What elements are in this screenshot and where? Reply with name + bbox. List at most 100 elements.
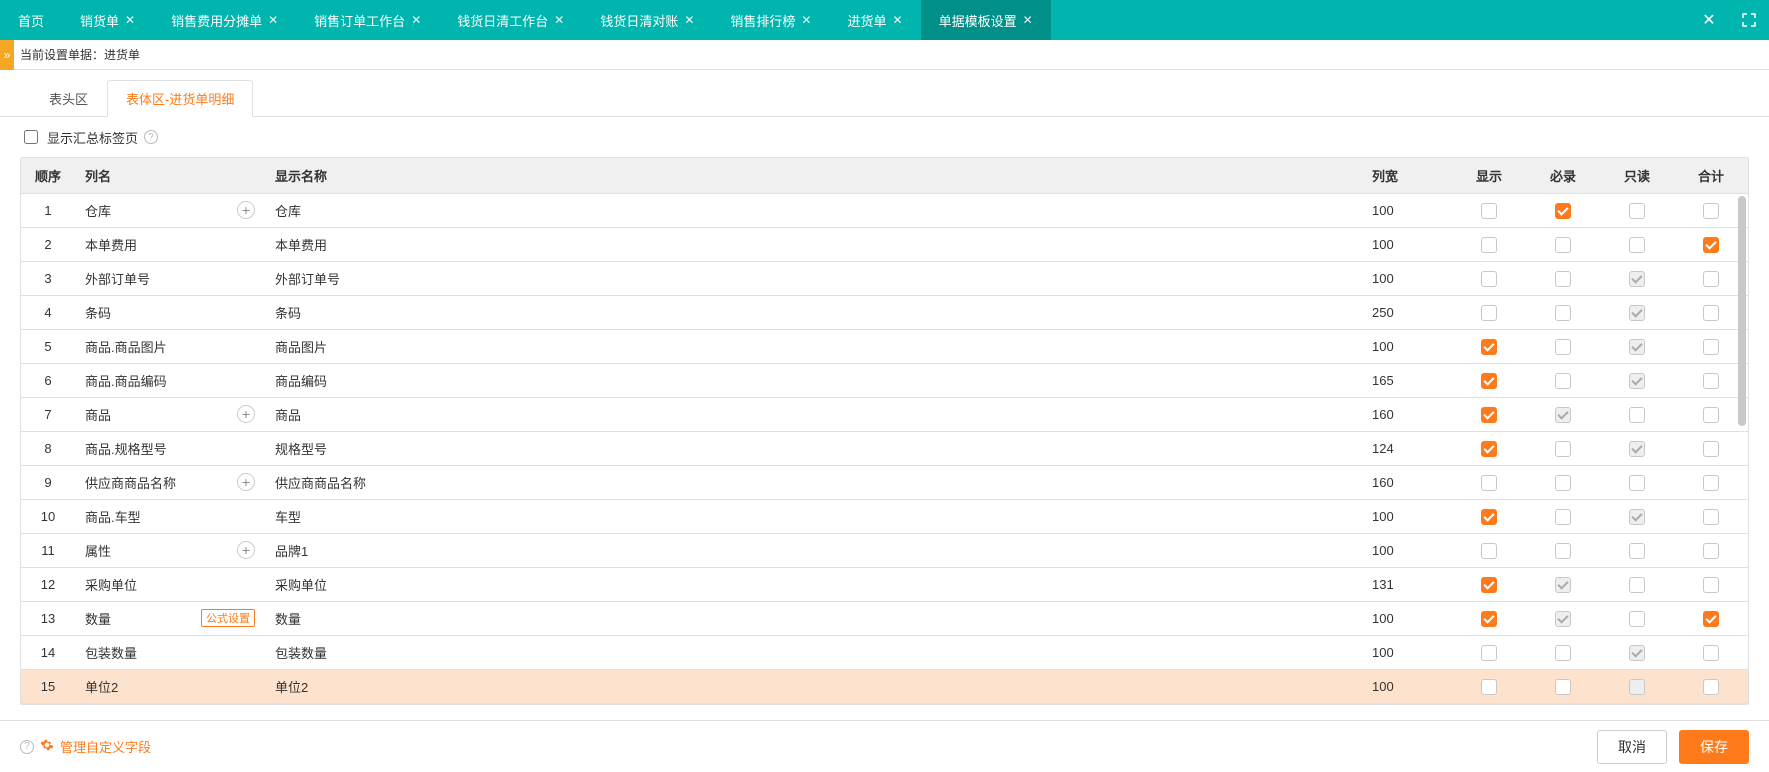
top-tab-1[interactable]: 销货单✕ [62,0,153,40]
cell-display[interactable]: 单位2 [265,670,1362,704]
checkbox[interactable] [1555,237,1571,253]
help-icon[interactable]: ? [20,740,34,754]
table-row[interactable]: 7商品+商品160 [21,398,1748,432]
cell-display[interactable]: 条码 [265,296,1362,330]
cell-display[interactable]: 品牌1 [265,534,1362,568]
cell-width[interactable]: 100 [1362,534,1452,568]
table-row[interactable]: 11属性+品牌1100 [21,534,1748,568]
checkbox[interactable] [1629,611,1645,627]
table-row[interactable]: 6商品.商品编码商品编码165 [21,364,1748,398]
checkbox[interactable] [1703,237,1719,253]
top-tab-7[interactable]: 进货单✕ [829,0,920,40]
table-row[interactable]: 5商品.商品图片商品图片100 [21,330,1748,364]
top-tab-8[interactable]: 单据模板设置✕ [921,0,1051,40]
close-icon[interactable]: ✕ [684,13,694,27]
table-row[interactable]: 8商品.规格型号规格型号124 [21,432,1748,466]
top-tab-5[interactable]: 钱货日清对账✕ [582,0,712,40]
cell-width[interactable]: 131 [1362,568,1452,602]
checkbox[interactable] [1481,509,1497,525]
close-icon[interactable]: ✕ [893,13,903,27]
checkbox[interactable] [1481,339,1497,355]
checkbox[interactable] [1703,271,1719,287]
cell-display[interactable]: 供应商商品名称 [265,466,1362,500]
table-row[interactable]: 12采购单位采购单位131 [21,568,1748,602]
checkbox[interactable] [1703,407,1719,423]
checkbox[interactable] [1481,305,1497,321]
checkbox[interactable] [1703,441,1719,457]
cell-width[interactable]: 100 [1362,330,1452,364]
cell-width[interactable]: 124 [1362,432,1452,466]
cell-width[interactable]: 100 [1362,670,1452,704]
manage-custom-fields-link[interactable]: ? 管理自定义字段 [20,737,151,756]
checkbox[interactable] [1703,679,1719,695]
help-icon[interactable]: ? [144,130,158,144]
add-icon[interactable]: + [237,405,255,423]
checkbox[interactable] [1481,611,1497,627]
cell-width[interactable]: 100 [1362,228,1452,262]
checkbox[interactable] [1555,203,1571,219]
checkbox[interactable] [1703,543,1719,559]
table-row[interactable]: 1仓库+仓库100 [21,194,1748,228]
cell-width[interactable]: 100 [1362,262,1452,296]
checkbox[interactable] [1703,305,1719,321]
checkbox[interactable] [1481,475,1497,491]
cell-width[interactable]: 250 [1362,296,1452,330]
cell-display[interactable]: 采购单位 [265,568,1362,602]
cell-width[interactable]: 100 [1362,636,1452,670]
checkbox[interactable] [1481,679,1497,695]
cell-display[interactable]: 商品图片 [265,330,1362,364]
checkbox[interactable] [1555,305,1571,321]
checkbox[interactable] [1481,407,1497,423]
cell-width[interactable]: 160 [1362,466,1452,500]
context-collapse-icon[interactable]: » [0,40,14,70]
cell-width[interactable]: 100 [1362,500,1452,534]
checkbox[interactable] [1555,271,1571,287]
close-icon[interactable]: ✕ [125,13,135,27]
sub-tab-1[interactable]: 表体区-进货单明细 [107,80,253,117]
close-icon[interactable]: ✕ [411,13,421,27]
checkbox[interactable] [1481,373,1497,389]
close-icon[interactable]: ✕ [1023,13,1033,27]
checkbox[interactable] [1481,203,1497,219]
checkbox[interactable] [1629,577,1645,593]
checkbox[interactable] [1703,203,1719,219]
cell-display[interactable]: 本单费用 [265,228,1362,262]
top-tab-0[interactable]: 首页 [0,0,62,40]
cell-width[interactable]: 165 [1362,364,1452,398]
cell-display[interactable]: 外部订单号 [265,262,1362,296]
checkbox[interactable] [1703,509,1719,525]
checkbox[interactable] [1481,237,1497,253]
checkbox[interactable] [1703,475,1719,491]
add-icon[interactable]: + [237,201,255,219]
checkbox[interactable] [1481,645,1497,661]
cell-display[interactable]: 商品 [265,398,1362,432]
checkbox[interactable] [1481,441,1497,457]
table-row[interactable]: 13数量公式设置数量100 [21,602,1748,636]
checkbox[interactable] [1703,645,1719,661]
table-row[interactable]: 15单位2单位2100 [21,670,1748,704]
checkbox[interactable] [1703,339,1719,355]
add-icon[interactable]: + [237,541,255,559]
summary-checkbox[interactable] [24,130,38,144]
checkbox[interactable] [1629,543,1645,559]
top-tab-2[interactable]: 销售费用分摊单✕ [153,0,296,40]
cell-width[interactable]: 100 [1362,194,1452,228]
checkbox[interactable] [1555,339,1571,355]
checkbox[interactable] [1555,645,1571,661]
close-icon[interactable]: ✕ [268,13,278,27]
checkbox[interactable] [1481,271,1497,287]
table-row[interactable]: 2本单费用本单费用100 [21,228,1748,262]
add-icon[interactable]: + [237,473,255,491]
close-icon[interactable]: ✕ [554,13,564,27]
cell-display[interactable]: 商品编码 [265,364,1362,398]
top-tab-6[interactable]: 销售排行榜✕ [712,0,829,40]
save-button[interactable]: 保存 [1679,730,1749,764]
sub-tab-0[interactable]: 表头区 [30,80,107,116]
cell-width[interactable]: 100 [1362,602,1452,636]
cell-display[interactable]: 数量 [265,602,1362,636]
checkbox[interactable] [1555,475,1571,491]
table-row[interactable]: 10商品.车型车型100 [21,500,1748,534]
top-tab-4[interactable]: 钱货日清工作台✕ [439,0,582,40]
checkbox[interactable] [1555,441,1571,457]
table-row[interactable]: 3外部订单号外部订单号100 [21,262,1748,296]
